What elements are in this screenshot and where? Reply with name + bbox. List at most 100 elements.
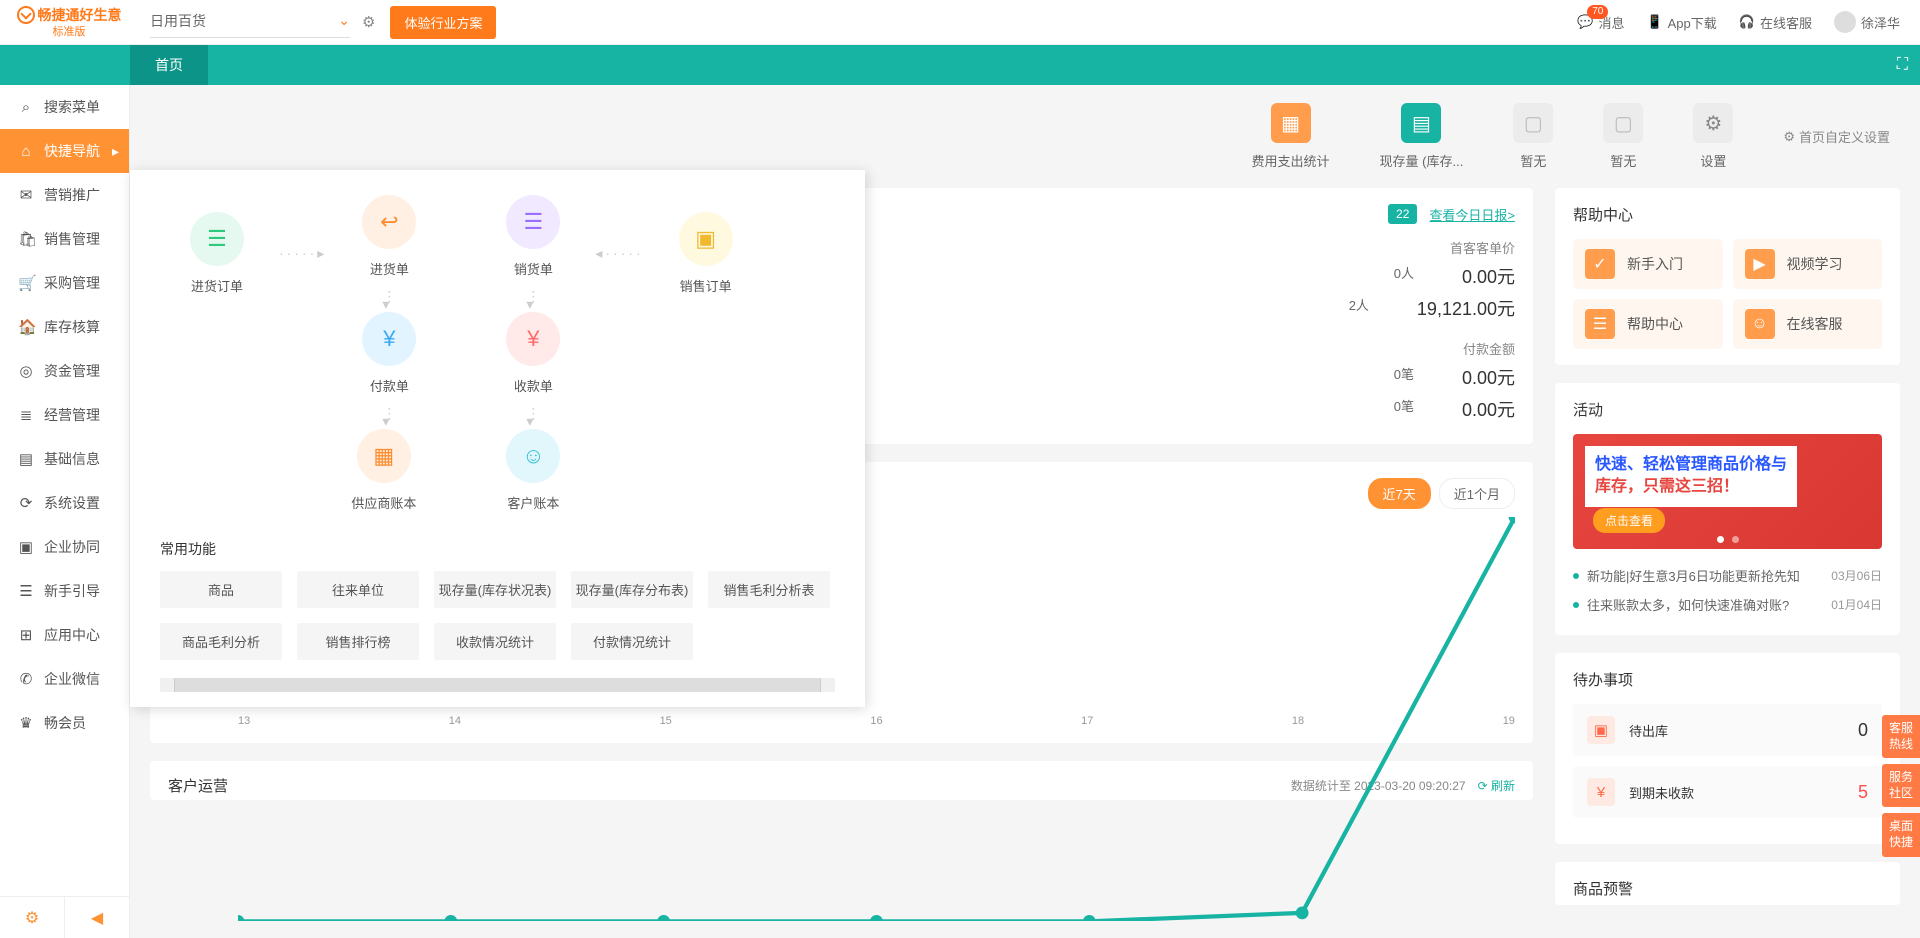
expense-icon: ▦ bbox=[1271, 103, 1311, 143]
todo-title: 待办事项 bbox=[1573, 669, 1882, 690]
sidebar-item-search[interactable]: ⌕搜索菜单 bbox=[0, 85, 129, 129]
float-community[interactable]: 服务社区 bbox=[1882, 764, 1920, 807]
chip-receipt-stats[interactable]: 收款情况统计 bbox=[434, 623, 556, 660]
carousel-dots[interactable] bbox=[1717, 536, 1739, 543]
empty-icon: ▢ bbox=[1603, 103, 1643, 143]
float-desktop[interactable]: 桌面快捷 bbox=[1882, 813, 1920, 856]
chip-sales-margin[interactable]: 销售毛利分析表 bbox=[708, 571, 830, 608]
sidebar-item-purchase[interactable]: 🛒采购管理 bbox=[0, 261, 129, 305]
tab-bar: 首页 ⛶ bbox=[0, 45, 1920, 85]
gear-icon: ⚙ bbox=[1693, 103, 1733, 143]
sidebar-settings-icon[interactable]: ⚙ bbox=[0, 897, 65, 938]
sidebar: ⌕搜索菜单 ⌂快捷导航▸ ✉营销推广 🛍销售管理 🛒采购管理 🏠库存核算 ◎资金… bbox=[0, 85, 130, 938]
tile-empty-2[interactable]: ▢暂无 bbox=[1603, 103, 1643, 170]
chip-product-margin[interactable]: 商品毛利分析 bbox=[160, 623, 282, 660]
flow-supplier-book[interactable]: ▦供应商账本 bbox=[351, 429, 416, 512]
chevron-down-icon: ⌄ bbox=[338, 12, 350, 29]
user-menu[interactable]: 徐泽华 bbox=[1834, 11, 1900, 33]
sidebar-item-sales[interactable]: 🛍销售管理 bbox=[0, 217, 129, 261]
chip-partner[interactable]: 往来单位 bbox=[297, 571, 419, 608]
float-hotline[interactable]: 客服热线 bbox=[1882, 715, 1920, 758]
flow-payment[interactable]: ¥付款单⋮▾ bbox=[362, 312, 416, 429]
experience-button[interactable]: 体验行业方案 bbox=[390, 6, 496, 39]
empty-icon: ▢ bbox=[1513, 103, 1553, 143]
sidebar-item-wechat[interactable]: ✆企业微信 bbox=[0, 657, 129, 701]
flow-purchase-order[interactable]: ☰进货订单 bbox=[190, 212, 244, 295]
sidebar-item-member[interactable]: ♛畅会员 bbox=[0, 701, 129, 745]
sales-icon: ☰ bbox=[506, 195, 560, 249]
category-select[interactable]: 日用百货 ⌄ bbox=[150, 7, 350, 38]
tile-expense[interactable]: ▦费用支出统计 bbox=[1252, 103, 1330, 170]
online-cs-link[interactable]: 🎧在线客服 bbox=[1739, 13, 1812, 32]
flow-down-icon: ⋮▾ bbox=[526, 409, 540, 425]
news-item-1[interactable]: 新功能|好生意3月6日功能更新抢先知03月06日 bbox=[1573, 561, 1882, 590]
user-name: 徐泽华 bbox=[1861, 13, 1900, 32]
popover-scrollbar[interactable] bbox=[160, 678, 835, 692]
messages-badge: 70 bbox=[1587, 5, 1608, 19]
flow-down-icon: ⋮▾ bbox=[526, 292, 540, 308]
news-item-2[interactable]: 往来账款太多，如何快速准确对账?01月04日 bbox=[1573, 590, 1882, 619]
chip-product[interactable]: 商品 bbox=[160, 571, 282, 608]
customer-icon: ☺ bbox=[506, 429, 560, 483]
flow-receipt[interactable]: ¥收款单⋮▾ bbox=[506, 312, 560, 429]
chip-payment-stats[interactable]: 付款情况统计 bbox=[571, 623, 693, 660]
flow-purchase[interactable]: ↩进货单⋮▾ bbox=[362, 195, 416, 312]
gear-icon[interactable]: ⚙ bbox=[362, 13, 375, 31]
tile-empty-1[interactable]: ▢暂无 bbox=[1513, 103, 1553, 170]
range-7d[interactable]: 近7天 bbox=[1368, 478, 1431, 509]
range-1m[interactable]: 近1个月 bbox=[1439, 478, 1515, 509]
sidebar-item-apps[interactable]: ⊞应用中心 bbox=[0, 613, 129, 657]
sidebar-item-guide[interactable]: ☰新手引导 bbox=[0, 569, 129, 613]
top-header: 畅捷通好生意 标准版 日用百货 ⌄ ⚙ 体验行业方案 💬 消息 70 📱App下… bbox=[0, 0, 1920, 45]
customize-link[interactable]: ⚙首页自定义设置 bbox=[1783, 127, 1890, 146]
sidebar-bottom: ⚙ ◀ bbox=[0, 896, 129, 938]
tab-home[interactable]: 首页 bbox=[130, 45, 208, 85]
quicknav-popover: ☰进货订单 ·····▸ ↩进货单⋮▾ ¥付款单⋮▾ ▦供应商账本 ☰销货单⋮▾… bbox=[130, 170, 865, 707]
customer-ops-title: 客户运营 bbox=[168, 775, 228, 796]
sidebar-item-inventory[interactable]: 🏠库存核算 bbox=[0, 305, 129, 349]
help-cs[interactable]: ☺在线客服 bbox=[1733, 299, 1883, 349]
headset-icon: ☺ bbox=[1745, 309, 1775, 339]
fullscreen-icon[interactable]: ⛶ bbox=[1897, 56, 1908, 74]
help-video[interactable]: ▶视频学习 bbox=[1733, 239, 1883, 289]
flow-sales-order[interactable]: ▣销售订单 bbox=[679, 212, 733, 295]
chip-sales-rank[interactable]: 销售排行榜 bbox=[297, 623, 419, 660]
dot-icon bbox=[1573, 602, 1579, 608]
sidebar-item-marketing[interactable]: ✉营销推广 bbox=[0, 173, 129, 217]
flow-down-icon: ⋮▾ bbox=[382, 292, 396, 308]
sidebar-item-finance[interactable]: ◎资金管理 bbox=[0, 349, 129, 393]
help-center[interactable]: ☰帮助中心 bbox=[1573, 299, 1723, 349]
logo-subtitle: 标准版 bbox=[53, 23, 86, 39]
float-buttons: 客服热线 服务社区 桌面快捷 bbox=[1882, 715, 1920, 857]
activity-title: 活动 bbox=[1573, 399, 1882, 420]
messages-link[interactable]: 💬 消息 70 bbox=[1577, 13, 1624, 32]
tile-stock[interactable]: ▤现存量 (库存... bbox=[1380, 103, 1464, 170]
sidebar-item-base[interactable]: ▤基础信息 bbox=[0, 437, 129, 481]
flow-arrow-icon: ·····▸ bbox=[279, 245, 327, 262]
sidebar-collapse-icon[interactable]: ◀ bbox=[65, 897, 129, 938]
logo-text: 畅捷通好生意 bbox=[38, 5, 122, 25]
daily-report-link[interactable]: 查看今日日报> bbox=[1429, 205, 1515, 224]
banner-cta[interactable]: 点击查看 bbox=[1593, 508, 1665, 533]
chip-stock-status[interactable]: 现存量(库存状况表) bbox=[434, 571, 556, 608]
report-tag: 22 bbox=[1388, 204, 1417, 224]
help-newbie[interactable]: ✓新手入门 bbox=[1573, 239, 1723, 289]
flow-customer-book[interactable]: ☺客户账本 bbox=[506, 429, 560, 512]
flow-sales[interactable]: ☰销货单⋮▾ bbox=[506, 195, 560, 312]
todo-receivable[interactable]: ¥到期未收款5 bbox=[1573, 766, 1882, 818]
help-card: 帮助中心 ✓新手入门 ▶视频学习 ☰帮助中心 ☺在线客服 bbox=[1555, 188, 1900, 365]
todo-outbound[interactable]: ▣待出库0 bbox=[1573, 704, 1882, 756]
dot-icon bbox=[1573, 573, 1579, 579]
sidebar-item-collab[interactable]: ▣企业协同 bbox=[0, 525, 129, 569]
logo[interactable]: 畅捷通好生意 标准版 bbox=[0, 0, 130, 45]
sidebar-item-quicknav[interactable]: ⌂快捷导航▸ bbox=[0, 129, 129, 173]
chip-stock-dist[interactable]: 现存量(库存分布表) bbox=[571, 571, 693, 608]
sidebar-item-settings[interactable]: ⟳系统设置 bbox=[0, 481, 129, 525]
app-download-link[interactable]: 📱App下载 bbox=[1646, 13, 1716, 32]
sidebar-item-ops[interactable]: ≣经营管理 bbox=[0, 393, 129, 437]
activity-banner[interactable]: 快速、轻松管理商品价格与库存，只需这三招！ 点击查看 bbox=[1573, 434, 1882, 549]
category-label: 日用百货 bbox=[150, 11, 206, 31]
tile-settings[interactable]: ⚙设置 bbox=[1693, 103, 1733, 170]
check-icon: ✓ bbox=[1585, 249, 1615, 279]
receipt-icon: ¥ bbox=[506, 312, 560, 366]
